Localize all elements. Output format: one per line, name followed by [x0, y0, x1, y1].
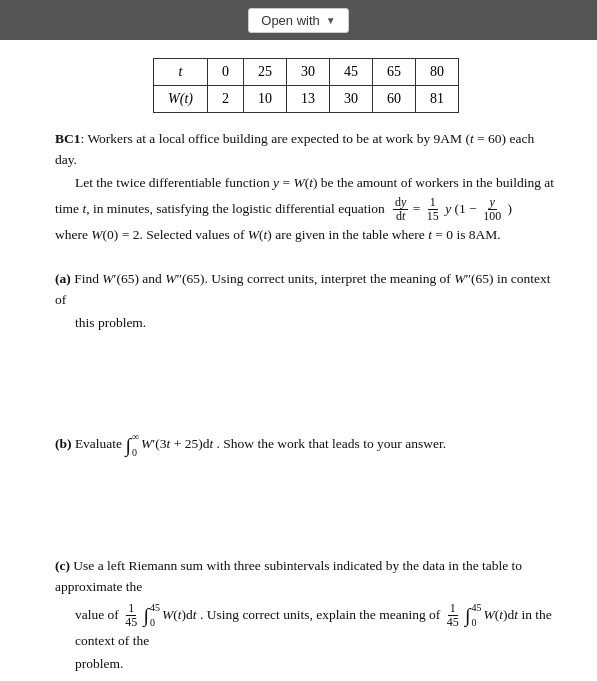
- frac-1-45-a: 1 45: [123, 602, 139, 629]
- bc1-line4: where W(0) = 2. Selected values of W(t) …: [55, 225, 557, 246]
- open-with-button[interactable]: Open with ▼: [248, 8, 348, 33]
- part-b: (b) Evaluate ∫ ∞ 0 W′(3t + 25)dt . Show …: [55, 429, 557, 460]
- bc1-intro: BC1: Workers at a local office building …: [55, 129, 557, 171]
- table-cell-45: 45: [329, 59, 372, 86]
- integral-integrand-c2: W(t)dt: [484, 605, 519, 626]
- part-c-integral1: ∫ 45 0 W(t)dt: [144, 600, 197, 631]
- integral-upper-c2: 45: [472, 600, 482, 616]
- table-cell-wt-label: W(t): [154, 86, 208, 113]
- integral-sign: ∫: [125, 435, 130, 455]
- integral-lower: 0: [132, 445, 137, 461]
- table-cell-wt-30: 13: [286, 86, 329, 113]
- part-c-label: (c): [55, 558, 70, 573]
- part-a: (a) Find W′(65) and W″(65). Using correc…: [55, 269, 557, 334]
- table-cell-wt-80: 81: [415, 86, 458, 113]
- integral-lower-c1: 0: [150, 615, 155, 631]
- table-cell-25: 25: [243, 59, 286, 86]
- open-with-label: Open with: [261, 13, 320, 28]
- frac-1-45-b: 1 45: [445, 602, 461, 629]
- fraction-1-15: 1 15: [425, 196, 441, 223]
- integral-upper: ∞: [132, 429, 139, 445]
- table-cell-wt-0: 2: [207, 86, 243, 113]
- integral-limits-c2: 45 0: [472, 600, 482, 631]
- bc1-line3: time t, in minutes, satisfying the logis…: [55, 196, 557, 223]
- table-cell-0: 0: [207, 59, 243, 86]
- part-b-integral: ∫ ∞ 0 W′(3t + 25)dt: [125, 429, 213, 460]
- integral-upper-c1: 45: [150, 600, 160, 616]
- part-c-text3: problem.: [55, 654, 557, 675]
- data-table-container: t 0 25 30 45 65 80 W(t) 2 10 13 30 60 81: [55, 58, 557, 113]
- table-cell-wt-25: 10: [243, 86, 286, 113]
- part-c-text1: (c) Use a left Riemann sum with three su…: [55, 556, 557, 598]
- table-cell-30: 30: [286, 59, 329, 86]
- main-content: t 0 25 30 45 65 80 W(t) 2 10 13 30 60 81…: [0, 40, 597, 681]
- part-b-label: (b): [55, 436, 72, 451]
- top-bar: Open with ▼: [0, 0, 597, 40]
- integral-lower-c2: 0: [472, 615, 477, 631]
- bc1-line2: Let the twice differentiable function y …: [55, 173, 557, 194]
- table-row-wt: W(t) 2 10 13 30 60 81: [154, 86, 459, 113]
- dropdown-arrow-icon: ▼: [326, 15, 336, 26]
- problem-section: BC1: Workers at a local office building …: [55, 129, 557, 675]
- integral-limits-c1: 45 0: [150, 600, 160, 631]
- table-cell-65: 65: [372, 59, 415, 86]
- part-c-integral2: ∫ 45 0 W(t)dt: [465, 600, 518, 631]
- integral-integrand-c1: W(t)dt: [162, 605, 197, 626]
- table-cell-wt-65: 60: [372, 86, 415, 113]
- part-a-text1: (a) Find W′(65) and W″(65). Using correc…: [55, 269, 557, 311]
- table-row-header: t 0 25 30 45 65 80: [154, 59, 459, 86]
- data-table: t 0 25 30 45 65 80 W(t) 2 10 13 30 60 81: [153, 58, 459, 113]
- bc1-label: BC1: [55, 131, 81, 146]
- table-cell-wt-45: 30: [329, 86, 372, 113]
- part-a-label: (a): [55, 271, 71, 286]
- integral-limits: ∞ 0: [132, 429, 139, 460]
- part-b-text: (b) Evaluate ∫ ∞ 0 W′(3t + 25)dt . Show …: [55, 429, 557, 460]
- part-c: (c) Use a left Riemann sum with three su…: [55, 556, 557, 675]
- fraction-y-100: y 100: [481, 196, 503, 223]
- fraction-dy-dt: dy dt: [393, 196, 408, 223]
- integral-integrand: W′(3t + 25)dt: [141, 434, 213, 455]
- table-cell-80: 80: [415, 59, 458, 86]
- part-a-text2: this problem.: [55, 313, 557, 334]
- part-c-text2: value of 1 45 ∫ 45 0 W(t)dt . Using corr…: [55, 600, 557, 652]
- integral-sign-c1: ∫: [144, 605, 149, 625]
- integral-sign-c2: ∫: [465, 605, 470, 625]
- table-cell-t: t: [154, 59, 208, 86]
